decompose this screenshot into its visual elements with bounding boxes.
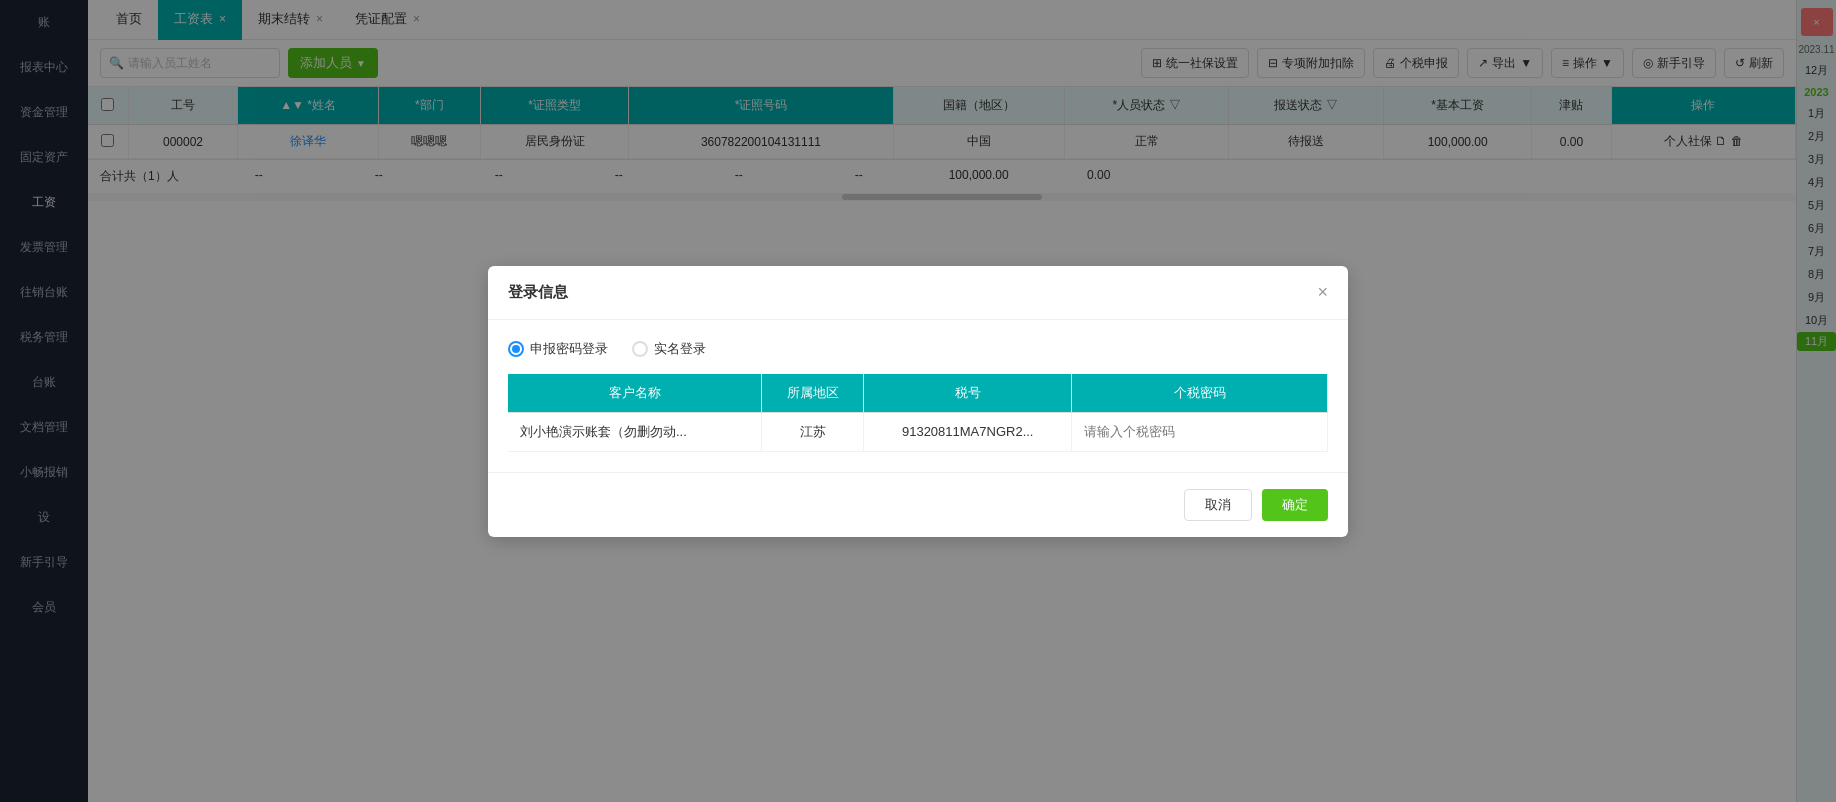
- confirm-button[interactable]: 确定: [1262, 489, 1328, 521]
- dialog-close-button[interactable]: ×: [1317, 282, 1328, 303]
- login-table-row: 刘小艳演示账套（勿删勿动... 江苏 91320811MA7NGR2...: [508, 412, 1328, 451]
- region-cell: 江苏: [762, 412, 864, 451]
- tax-password-input[interactable]: [1084, 424, 1315, 439]
- login-info-table: 客户名称 所属地区 税号 个税密码 刘小艳演示账套（勿删勿动... 江苏 913…: [508, 374, 1328, 452]
- radio-password-circle: [508, 341, 524, 357]
- dialog-header: 登录信息 ×: [488, 266, 1348, 320]
- cancel-button[interactable]: 取消: [1184, 489, 1252, 521]
- radio-realname-login[interactable]: 实名登录: [632, 340, 706, 358]
- dialog-body: 申报密码登录 实名登录 客户名称 所属地区 税号 个税密码: [488, 320, 1348, 472]
- dialog-overlay: 登录信息 × 申报密码登录 实名登录: [0, 0, 1836, 802]
- tax-password-cell[interactable]: [1072, 412, 1328, 451]
- col-client-name: 客户名称: [508, 374, 762, 413]
- radio-password-login[interactable]: 申报密码登录: [508, 340, 608, 358]
- login-type-radio-group: 申报密码登录 实名登录: [508, 340, 1328, 358]
- radio-realname-circle: [632, 341, 648, 357]
- col-tax-password: 个税密码: [1072, 374, 1328, 413]
- tax-no-cell: 91320811MA7NGR2...: [864, 412, 1072, 451]
- client-name-cell: 刘小艳演示账套（勿删勿动...: [508, 412, 762, 451]
- radio-password-dot: [512, 345, 520, 353]
- login-dialog: 登录信息 × 申报密码登录 实名登录: [488, 266, 1348, 537]
- col-tax-no: 税号: [864, 374, 1072, 413]
- dialog-footer: 取消 确定: [488, 472, 1348, 537]
- dialog-title: 登录信息: [508, 283, 568, 302]
- col-region: 所属地区: [762, 374, 864, 413]
